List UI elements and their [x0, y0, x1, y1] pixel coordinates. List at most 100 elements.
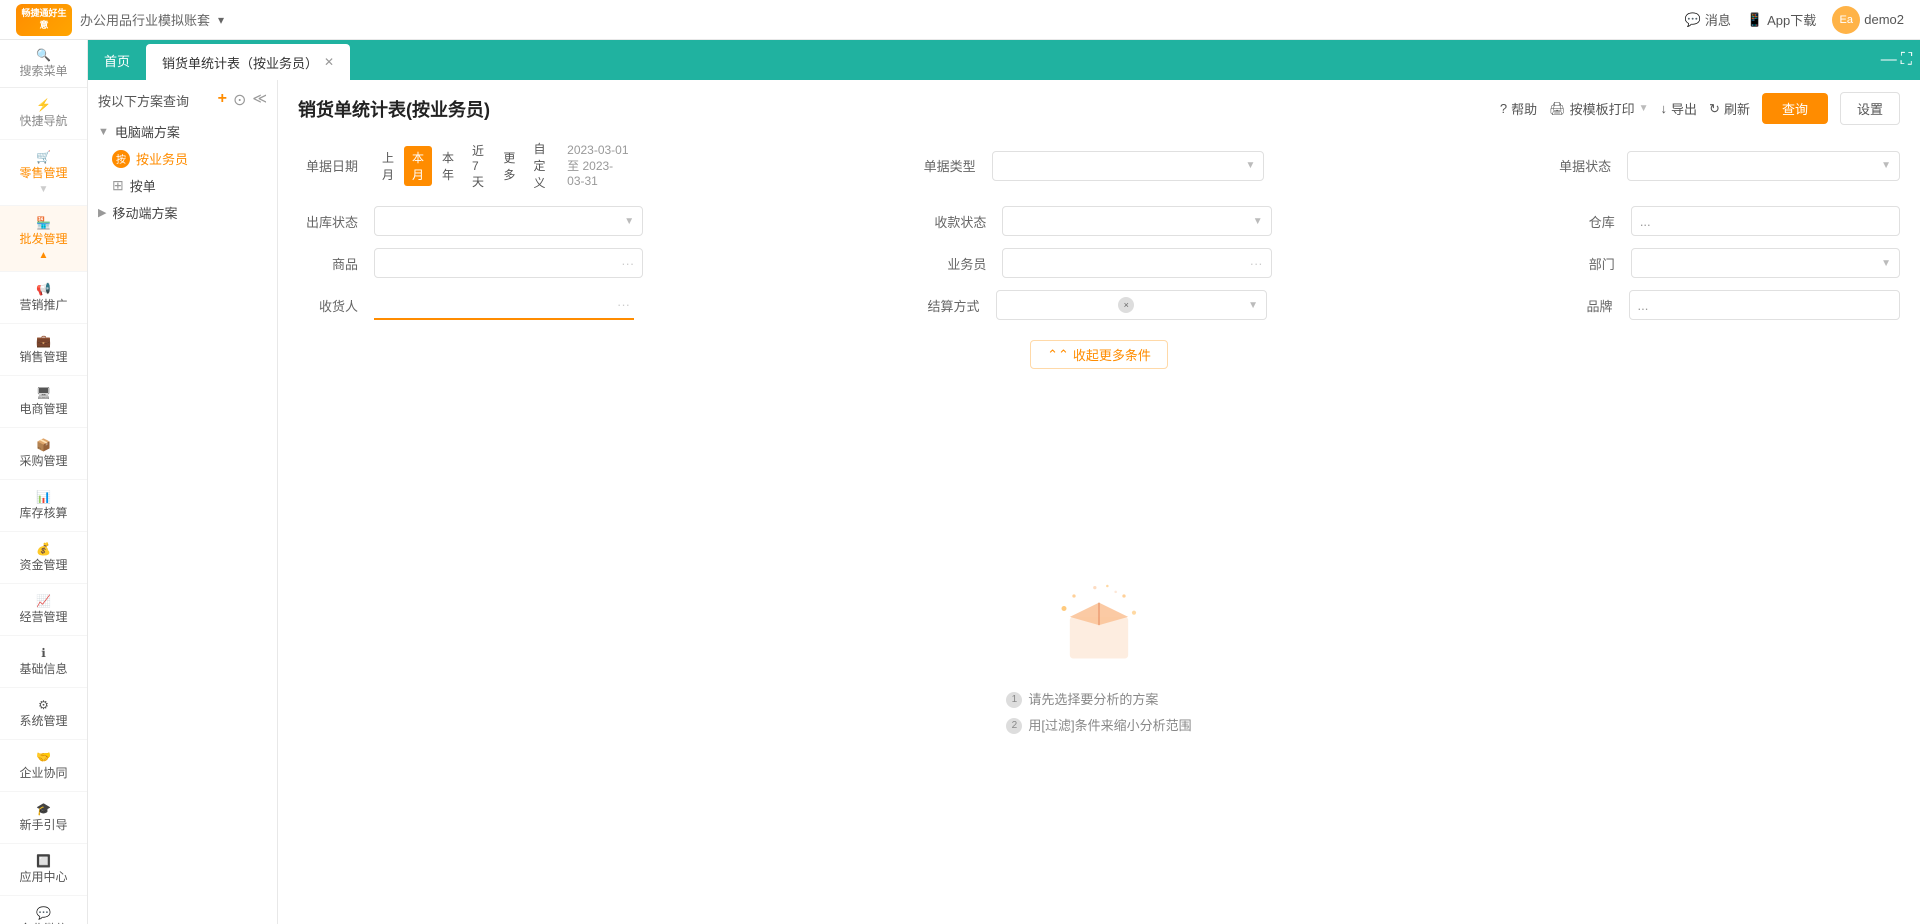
- tip-item-1: 1 请先选择要分析的方案: [1006, 687, 1191, 713]
- quicknav-icon: ⚡: [4, 98, 83, 112]
- brand-select[interactable]: ...: [1629, 290, 1901, 320]
- top-bar-left: 畅捷通好生意 办公用品行业模拟账套 ▾: [16, 4, 224, 36]
- print-template-button[interactable]: 🖨 按模板打印 ▼: [1549, 99, 1648, 118]
- tab-close-button[interactable]: ✕: [324, 55, 334, 69]
- tree-badge-salesperson: 按: [112, 150, 130, 168]
- app-logo: 畅捷通好生意: [16, 4, 72, 36]
- wechat-icon: 💬: [4, 906, 83, 920]
- sidebar-item-corp[interactable]: 🤝 企业协同: [0, 740, 87, 792]
- sidebar-item-wholesale[interactable]: 🏪 批发管理 ▲: [0, 206, 87, 272]
- newbie-icon: 🎓: [4, 802, 83, 816]
- message-icon: 💬: [1685, 12, 1701, 28]
- logo-text: 畅捷通好生意: [16, 6, 72, 33]
- tree-byorder[interactable]: ⊞ 按单: [88, 172, 277, 199]
- sidebar-item-marketing[interactable]: 📢 营销推广: [0, 272, 87, 324]
- page-content: 按以下方案查询 + ⊙ ≪ ▼ 电脑端方案 按 按业务员: [88, 80, 1920, 924]
- sidebar-item-purchase[interactable]: 📦 采购管理: [0, 428, 87, 480]
- date-tab-7days[interactable]: 近7天: [464, 139, 493, 193]
- sidebar-item-retail[interactable]: 🛒 零售管理 ▼: [0, 140, 87, 206]
- receiver-dots-icon[interactable]: ···: [617, 297, 630, 312]
- finance-icon: 💰: [4, 542, 83, 556]
- receiver-input[interactable]: [378, 289, 613, 319]
- tree-mobile[interactable]: ▶ 移动端方案: [88, 199, 277, 226]
- date-tab-custom[interactable]: 自定义: [525, 137, 557, 194]
- sidebar-item-ecommerce[interactable]: 🖥 电商管理: [0, 376, 87, 428]
- doctype-select[interactable]: ▼: [992, 151, 1265, 181]
- sidebar-item-basic[interactable]: ℹ 基础信息: [0, 636, 87, 688]
- warehouse-select[interactable]: ...: [1631, 206, 1900, 236]
- goods-dots-icon[interactable]: ···: [621, 256, 634, 271]
- sidebar-item-search[interactable]: 🔍 搜索菜单: [0, 40, 87, 88]
- settlement-clear-button[interactable]: ×: [1118, 297, 1134, 313]
- sidebar-item-finance[interactable]: 💰 资金管理: [0, 532, 87, 584]
- sidebar-purchase-label: 采购管理: [4, 452, 83, 469]
- sidebar-wholesale-label: 批发管理: [4, 230, 83, 247]
- filter-row-4: 收货人 ··· 结算方式 × ▼ 品牌: [298, 290, 1900, 320]
- user-name: demo2: [1864, 12, 1904, 27]
- app-download-label: App下载: [1767, 10, 1816, 29]
- tip-text-1: 请先选择要分析的方案: [1028, 687, 1158, 713]
- add-scheme-button[interactable]: +: [218, 90, 227, 110]
- collapse-button[interactable]: ⌃⌃ 收起更多条件: [1030, 340, 1168, 369]
- settlement-select[interactable]: × ▼: [996, 290, 1268, 320]
- collapse-panel-button[interactable]: ≪: [252, 90, 267, 110]
- receiptstatus-select[interactable]: ▼: [1002, 206, 1271, 236]
- message-button[interactable]: 💬 消息: [1685, 10, 1731, 29]
- salesperson-dots-icon[interactable]: ···: [1250, 256, 1263, 271]
- date-tab-this-year[interactable]: 本年: [434, 146, 462, 186]
- doctype-label: 单据类型: [916, 156, 976, 175]
- marketing-icon: 📢: [4, 282, 83, 296]
- docstatus-arrow-icon: ▼: [1881, 160, 1891, 171]
- company-dropdown[interactable]: ▾: [218, 13, 224, 27]
- department-select[interactable]: ▼: [1631, 248, 1900, 278]
- sidebar-item-wechat[interactable]: 💬 企业微信: [0, 896, 87, 924]
- setting-button[interactable]: 设置: [1840, 92, 1900, 125]
- print-dropdown-icon[interactable]: ▼: [1639, 103, 1649, 114]
- tab-report[interactable]: 销货单统计表（按业务员） ✕: [146, 44, 350, 80]
- tree-label-mobile: 移动端方案: [112, 203, 177, 222]
- system-icon: ⚙: [4, 698, 83, 712]
- tree-salesperson[interactable]: 按 按业务员: [88, 145, 277, 172]
- sidebar-item-newbie[interactable]: 🎓 新手引导: [0, 792, 87, 844]
- tree-arrow-mobile: ▶: [98, 206, 106, 219]
- refresh-button[interactable]: ↻ 刷新: [1709, 99, 1750, 118]
- warehouse-value: ...: [1640, 214, 1651, 229]
- sidebar-item-operation[interactable]: 📈 经营管理: [0, 584, 87, 636]
- query-button[interactable]: 查询: [1762, 93, 1828, 124]
- outstatus-select[interactable]: ▼: [374, 206, 643, 236]
- right-panel: 销货单统计表(按业务员) ? 帮助 🖨 按模板打印 ▼: [278, 80, 1920, 924]
- sidebar-inventory-label: 库存核算: [4, 504, 83, 521]
- goods-select[interactable]: ···: [374, 248, 643, 278]
- sidebar-item-system[interactable]: ⚙ 系统管理: [0, 688, 87, 740]
- inventory-icon: 📊: [4, 490, 83, 504]
- docstatus-select[interactable]: ▼: [1627, 151, 1900, 181]
- sidebar-item-apps[interactable]: 🔲 应用中心: [0, 844, 87, 896]
- tree-desktop[interactable]: ▼ 电脑端方案: [88, 118, 277, 145]
- tab-home[interactable]: 首页: [88, 40, 146, 80]
- export-button[interactable]: ↓ 导出: [1661, 99, 1698, 118]
- receiptstatus-arrow-icon: ▼: [1253, 216, 1263, 227]
- date-tab-last-month[interactable]: 上月: [374, 146, 402, 186]
- tab-minimize-icon[interactable]: —: [1881, 51, 1897, 69]
- salesperson-select[interactable]: ···: [1002, 248, 1271, 278]
- sidebar-item-quicknav[interactable]: ⚡ 快捷导航: [0, 88, 87, 140]
- print-icon: 🖨: [1549, 101, 1566, 117]
- left-panel-title: 按以下方案查询: [98, 91, 189, 110]
- page-actions: ? 帮助 🖨 按模板打印 ▼ ↓ 导出: [1500, 92, 1900, 125]
- left-panel: 按以下方案查询 + ⊙ ≪ ▼ 电脑端方案 按 按业务员: [88, 80, 278, 924]
- filter-row-2: 出库状态 ▼ 收款状态 ▼ 仓库: [298, 206, 1900, 236]
- tab-maximize-icon[interactable]: ⛶: [1901, 51, 1912, 69]
- receiver-input-area[interactable]: ···: [374, 290, 634, 320]
- app-download-button[interactable]: 📱 App下载: [1747, 10, 1816, 29]
- sidebar-item-sales[interactable]: 💼 销售管理: [0, 324, 87, 376]
- sidebar-item-inventory[interactable]: 📊 库存核算: [0, 480, 87, 532]
- sidebar-system-label: 系统管理: [4, 712, 83, 729]
- edit-scheme-button[interactable]: ⊙: [233, 90, 246, 110]
- date-tab-this-month[interactable]: 本月: [404, 146, 432, 186]
- apps-icon: 🔲: [4, 854, 83, 868]
- top-bar: 畅捷通好生意 办公用品行业模拟账套 ▾ 💬 消息 📱 App下载 Ea demo…: [0, 0, 1920, 40]
- user-avatar-area[interactable]: Ea demo2: [1832, 6, 1904, 34]
- help-button[interactable]: ? 帮助: [1500, 99, 1537, 118]
- date-tab-more[interactable]: 更多: [495, 146, 523, 186]
- content-area: 首页 销货单统计表（按业务员） ✕ — ⛶ 按以下方案查询 + ⊙: [88, 40, 1920, 924]
